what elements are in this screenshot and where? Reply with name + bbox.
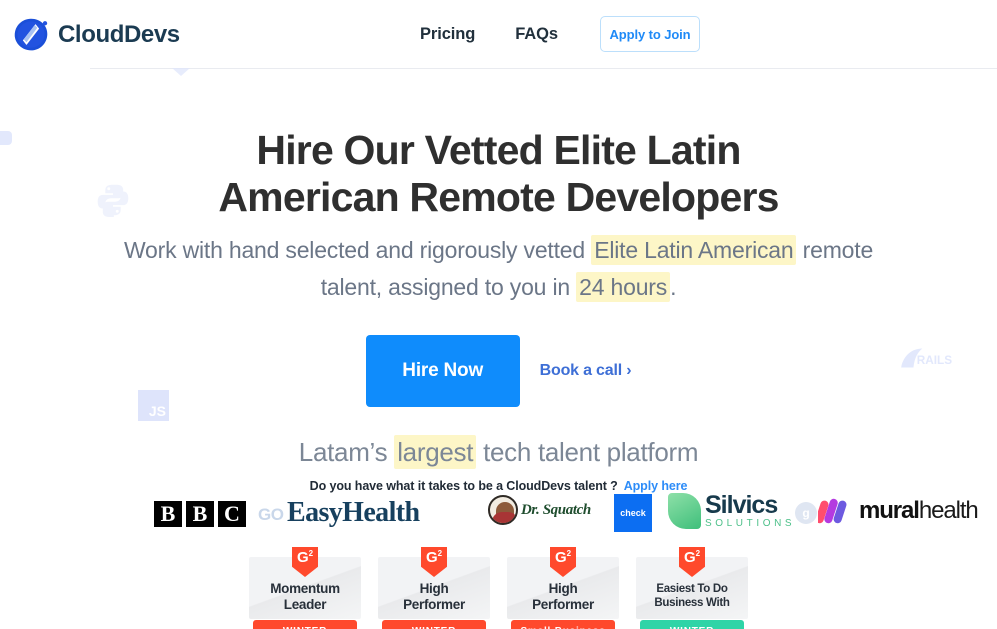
g2-badge-easiest-to-do-business-with[interactable]: G2 Easiest To Do Business With WINTER xyxy=(636,547,748,629)
mural-light-text: health xyxy=(918,497,979,524)
badge-label-line-1: High xyxy=(548,581,578,596)
brand-logo[interactable]: CloudDevs xyxy=(11,16,180,54)
site-header: CloudDevs Pricing FAQs Apply to Join xyxy=(0,0,997,76)
silvics-subtitle: SOLUTIONS xyxy=(705,518,796,529)
primary-navigation: Pricing FAQs xyxy=(420,0,558,69)
badge-banner: WINTER xyxy=(382,620,486,629)
badge-label: Momentum Leader xyxy=(249,581,361,612)
hero-section: JS RAILS Hire Our Vetted Elite Latin Ame… xyxy=(0,69,997,629)
badge-label-line-1: Easiest To Do xyxy=(656,583,728,595)
mural-health-mark-icon xyxy=(818,498,847,524)
badge-label-line-2: Performer xyxy=(532,596,594,612)
dr-squatch-wordmark: Dr. Squatch xyxy=(521,501,591,518)
nav-link-pricing[interactable]: Pricing xyxy=(420,25,475,44)
g2-badge-high-performer[interactable]: G2 High Performer WINTER xyxy=(378,547,490,629)
apply-here-link[interactable]: Apply here xyxy=(624,479,688,493)
hero-title-line-1: Hire Our Vetted Elite Latin xyxy=(256,127,741,173)
logo-silvics: Silvics SOLUTIONS xyxy=(668,493,795,529)
g2-badge-row: G2 Momentum Leader WINTER G2 High Perfor… xyxy=(0,547,997,629)
hero-title-line-2: American Remote Developers xyxy=(218,174,779,220)
talent-question-text: Do you have what it takes to be a CloudD… xyxy=(309,479,618,493)
silvics-wordmark: Silvics SOLUTIONS xyxy=(705,493,795,529)
g2-badge-high-performer-small-business[interactable]: G2 High Performer Small Business xyxy=(507,547,619,629)
badge-label-line-2: Leader xyxy=(283,596,327,612)
mural-bold-text: mural xyxy=(859,497,920,524)
logo-check: check xyxy=(614,494,652,532)
badge-label-line-2: Business With xyxy=(654,597,730,609)
badge-label: High Performer xyxy=(507,581,619,612)
badge-banner: WINTER xyxy=(253,620,357,629)
hero-cta-row: Hire Now Book a call › xyxy=(0,335,997,407)
tagline-text-1: Latam’s xyxy=(298,437,395,467)
hero-subtitle-text-1: Work with hand selected and rigorously v… xyxy=(123,237,592,263)
silvics-leaf-icon xyxy=(668,493,701,529)
client-logo-strip: B B C GO EasyHealth Dr. Squatch check Si… xyxy=(0,493,997,553)
hero-tagline: Latam’s largest tech talent platform xyxy=(0,435,997,469)
nav-link-faqs[interactable]: FAQs xyxy=(515,25,558,44)
hero-subtitle-highlight-1: Elite Latin American xyxy=(591,235,797,265)
badge-banner: WINTER xyxy=(640,620,744,629)
bbc-letter-2: B xyxy=(186,501,214,527)
bbc-letter-3: C xyxy=(218,501,246,527)
header-notch-decoration xyxy=(172,68,190,76)
logo-bbc: B B C xyxy=(154,501,246,527)
logo-go: GO xyxy=(258,505,284,524)
clouddevs-logo-icon xyxy=(14,18,48,51)
badge-label-line-1: High xyxy=(419,581,449,596)
hire-now-button[interactable]: Hire Now xyxy=(365,335,520,407)
badge-banner: Small Business xyxy=(511,620,615,629)
brand-name: CloudDevs xyxy=(58,21,180,48)
hero-subtitle: Work with hand selected and rigorously v… xyxy=(0,232,997,306)
logo-dr-squatch: Dr. Squatch xyxy=(488,495,591,525)
hero-subtitle-highlight-2: 24 hours xyxy=(576,272,671,302)
logo-easyhealth: EasyHealth xyxy=(287,497,420,528)
badge-label-line-2: Performer xyxy=(403,596,465,612)
page-title: Hire Our Vetted Elite Latin American Rem… xyxy=(0,127,997,221)
badge-label-line-1: Momentum xyxy=(270,581,340,596)
book-a-call-link[interactable]: Book a call › xyxy=(540,362,632,380)
logo-mural-health: muralhealth xyxy=(818,496,979,526)
badge-label: High Performer xyxy=(378,581,490,612)
silvics-name: Silvics xyxy=(705,491,778,519)
hero-subtitle-text-3: . xyxy=(670,274,677,300)
badge-label: Easiest To Do Business With xyxy=(636,582,748,610)
talent-cta-line: Do you have what it takes to be a CloudD… xyxy=(0,479,997,493)
g2-badge-momentum-leader[interactable]: G2 Momentum Leader WINTER xyxy=(249,547,361,629)
tagline-text-2: tech talent platform xyxy=(476,437,699,467)
bbc-letter-1: B xyxy=(154,501,182,527)
mural-health-wordmark: muralhealth xyxy=(859,497,979,524)
dr-squatch-emblem-icon xyxy=(488,495,518,525)
logo-partial-hidden: g xyxy=(795,502,817,524)
tagline-highlight: largest xyxy=(394,435,477,469)
apply-to-join-button[interactable]: Apply to Join xyxy=(600,16,700,52)
